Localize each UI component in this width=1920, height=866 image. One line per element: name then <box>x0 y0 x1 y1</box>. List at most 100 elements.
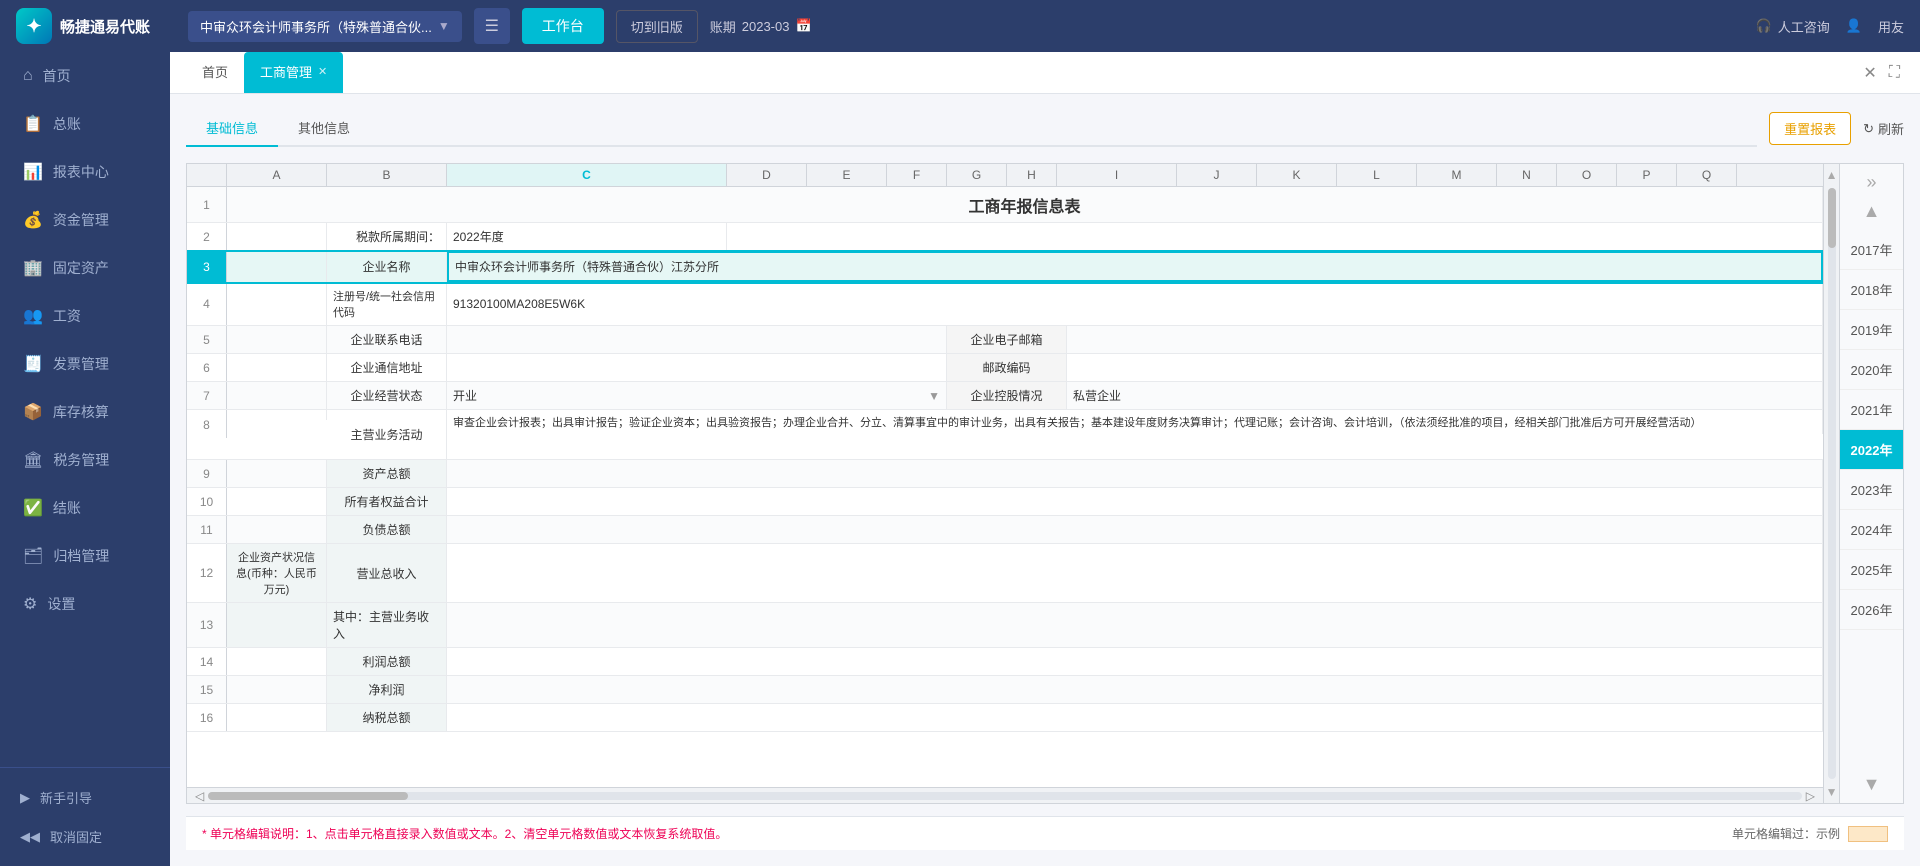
cell-16-c[interactable] <box>447 704 1823 731</box>
sidebar-item-label: 首页 <box>43 66 71 86</box>
cell-7-k[interactable]: 私营企业 <box>1067 382 1823 409</box>
company-icon-btn[interactable]: ☰ <box>474 8 510 44</box>
reset-button[interactable]: 重置报表 <box>1769 112 1851 145</box>
vertical-scrollbar[interactable]: ▲ ▼ <box>1823 164 1839 803</box>
year-item-2025[interactable]: 2025年 <box>1840 550 1903 590</box>
table-row: 9 资产总额 <box>187 460 1823 488</box>
cell-16-a <box>227 704 327 731</box>
year-down-icon[interactable]: ▼ <box>1859 770 1885 799</box>
logo: ✦ 畅捷通易代账 <box>16 8 176 44</box>
sidebar-item-report[interactable]: 📊 报表中心 <box>0 148 170 196</box>
cell-11-c[interactable] <box>447 516 1823 543</box>
sidebar: ⌂ 首页 📋 总账 📊 报表中心 💰 资金管理 🏢 固定资产 👥 工资 <box>0 52 170 866</box>
sub-tab-basic[interactable]: 基础信息 <box>186 110 278 147</box>
col-header-o: O <box>1557 164 1617 186</box>
sidebar-bottom: ▶ 新手引导 ◀◀ 取消固定 <box>0 767 170 866</box>
cell-14-c[interactable] <box>447 648 1823 675</box>
dropdown-arrow-icon[interactable]: ▼ <box>928 389 940 403</box>
cell-9-c[interactable] <box>447 460 1823 487</box>
year-item-2018[interactable]: 2018年 <box>1840 270 1903 310</box>
refresh-label: 刷新 <box>1878 119 1904 138</box>
gear-icon: ⚙ <box>23 594 37 614</box>
expand-icon[interactable]: ⛶ <box>1885 64 1904 82</box>
cell-4-c[interactable]: 91320100MA208E5W6K <box>447 283 1823 325</box>
assets-icon: 🏢 <box>23 258 43 278</box>
sidebar-item-label: 报表中心 <box>53 162 109 182</box>
sheet-body[interactable]: 1 工商年报信息表 2 税款所属期间： 2022年度 <box>187 187 1823 787</box>
unpin-button[interactable]: ◀◀ 取消固定 <box>0 817 170 856</box>
cell-8-c[interactable]: 审查企业会计报表；出具审计报告；验证企业资本；出具验资报告；办理企业合并、分立、… <box>447 410 1823 434</box>
vscroll-thumb[interactable] <box>1828 188 1836 248</box>
collapse-icon[interactable]: » <box>1862 168 1880 197</box>
col-header-g: G <box>947 164 1007 186</box>
cell-6-c[interactable] <box>447 354 947 381</box>
horizontal-scrollbar[interactable]: ◁ ▷ <box>187 787 1823 803</box>
table-row: 11 负债总额 <box>187 516 1823 544</box>
year-item-2026[interactable]: 2026年 <box>1840 590 1903 630</box>
invoice-icon: 🧾 <box>23 354 43 374</box>
year-item-2019[interactable]: 2019年 <box>1840 310 1903 350</box>
year-item-2020[interactable]: 2020年 <box>1840 350 1903 390</box>
new-guide-button[interactable]: ▶ 新手引导 <box>0 778 170 817</box>
row-num-2: 2 <box>187 223 227 250</box>
tab-biz[interactable]: 工商管理 ✕ <box>244 52 343 93</box>
sub-tab-other[interactable]: 其他信息 <box>278 110 370 147</box>
refresh-button[interactable]: ↻ 刷新 <box>1863 119 1904 138</box>
calendar-icon[interactable]: 📅 <box>795 18 811 34</box>
footer-sample-box <box>1848 826 1888 842</box>
sidebar-item-invoice[interactable]: 🧾 发票管理 <box>0 340 170 388</box>
sidebar-item-home[interactable]: ⌂ 首页 <box>0 52 170 100</box>
refresh-icon: ↻ <box>1863 121 1874 137</box>
archive-icon: 🗂 <box>23 546 43 566</box>
service-button[interactable]: 🎧 人工咨询 <box>1756 17 1830 36</box>
cell-8-b: 主营业务活动 <box>327 410 447 459</box>
row-num-6: 6 <box>187 354 227 381</box>
year-item-2024[interactable]: 2024年 <box>1840 510 1903 550</box>
hscroll-track <box>208 792 1802 800</box>
cell-15-c[interactable] <box>447 676 1823 703</box>
sidebar-item-closing[interactable]: ✅ 结账 <box>0 484 170 532</box>
year-item-2022[interactable]: 2022年 <box>1840 430 1903 470</box>
cell-2-c[interactable]: 2022年度 <box>447 223 727 250</box>
workbench-button[interactable]: 工作台 <box>522 8 604 44</box>
col-header-f: F <box>887 164 947 186</box>
top-right: 🎧 人工咨询 👤 用友 <box>1756 17 1904 36</box>
cell-5-c[interactable] <box>447 326 947 353</box>
cell-15-b: 净利润 <box>327 676 447 703</box>
close-panel-icon[interactable]: ✕ <box>1855 63 1884 83</box>
inner-content: 基础信息 其他信息 重置报表 ↻ 刷新 <box>170 94 1920 866</box>
old-version-button[interactable]: 切到旧版 <box>616 10 698 43</box>
sidebar-item-salary[interactable]: 👥 工资 <box>0 292 170 340</box>
year-up-icon[interactable]: ▲ <box>1859 197 1885 226</box>
tab-home[interactable]: 首页 <box>186 52 244 93</box>
cell-3-c[interactable]: 中审众环会计师事务所（特殊普通合伙）江苏分所 <box>447 251 1823 282</box>
sidebar-item-finance[interactable]: 💰 资金管理 <box>0 196 170 244</box>
scroll-right-icon[interactable]: ▷ <box>1802 789 1819 803</box>
sidebar-item-label: 总账 <box>53 114 81 134</box>
cell-12-c[interactable] <box>447 544 1823 602</box>
inventory-icon: 📦 <box>23 402 43 422</box>
sidebar-item-inventory[interactable]: 📦 库存核算 <box>0 388 170 436</box>
sidebar-item-settings[interactable]: ⚙ 设置 <box>0 580 170 628</box>
cell-13-c[interactable] <box>447 603 1823 647</box>
app-title: 畅捷通易代账 <box>60 16 150 37</box>
row-num-13: 13 <box>187 603 227 647</box>
sidebar-item-tax[interactable]: 🏛 税务管理 <box>0 436 170 484</box>
cell-12-a: 企业资产状况信息(币种：人民币万元) <box>227 544 327 602</box>
cell-7-c[interactable]: 开业 ▼ <box>447 382 947 409</box>
sidebar-item-ledger[interactable]: 📋 总账 <box>0 100 170 148</box>
user-name: 用友 <box>1878 17 1904 36</box>
year-item-2021[interactable]: 2021年 <box>1840 390 1903 430</box>
close-icon[interactable]: ✕ <box>318 65 327 78</box>
hscroll-thumb[interactable] <box>208 792 408 800</box>
sidebar-item-assets[interactable]: 🏢 固定资产 <box>0 244 170 292</box>
cell-5-k[interactable] <box>1067 326 1823 353</box>
scroll-left-icon[interactable]: ◁ <box>191 789 208 803</box>
year-item-2023[interactable]: 2023年 <box>1840 470 1903 510</box>
year-item-2017[interactable]: 2017年 <box>1840 230 1903 270</box>
cell-10-c[interactable] <box>447 488 1823 515</box>
sidebar-item-archive[interactable]: 🗂 归档管理 <box>0 532 170 580</box>
company-selector[interactable]: 中审众环会计师事务所（特殊普通合伙... ▼ <box>188 11 462 42</box>
cell-6-k[interactable] <box>1067 354 1823 381</box>
footer-note-text: * 单元格编辑说明：1、点击单元格直接录入数值或文本。2、清空单元格数值或文本恢… <box>202 827 727 841</box>
